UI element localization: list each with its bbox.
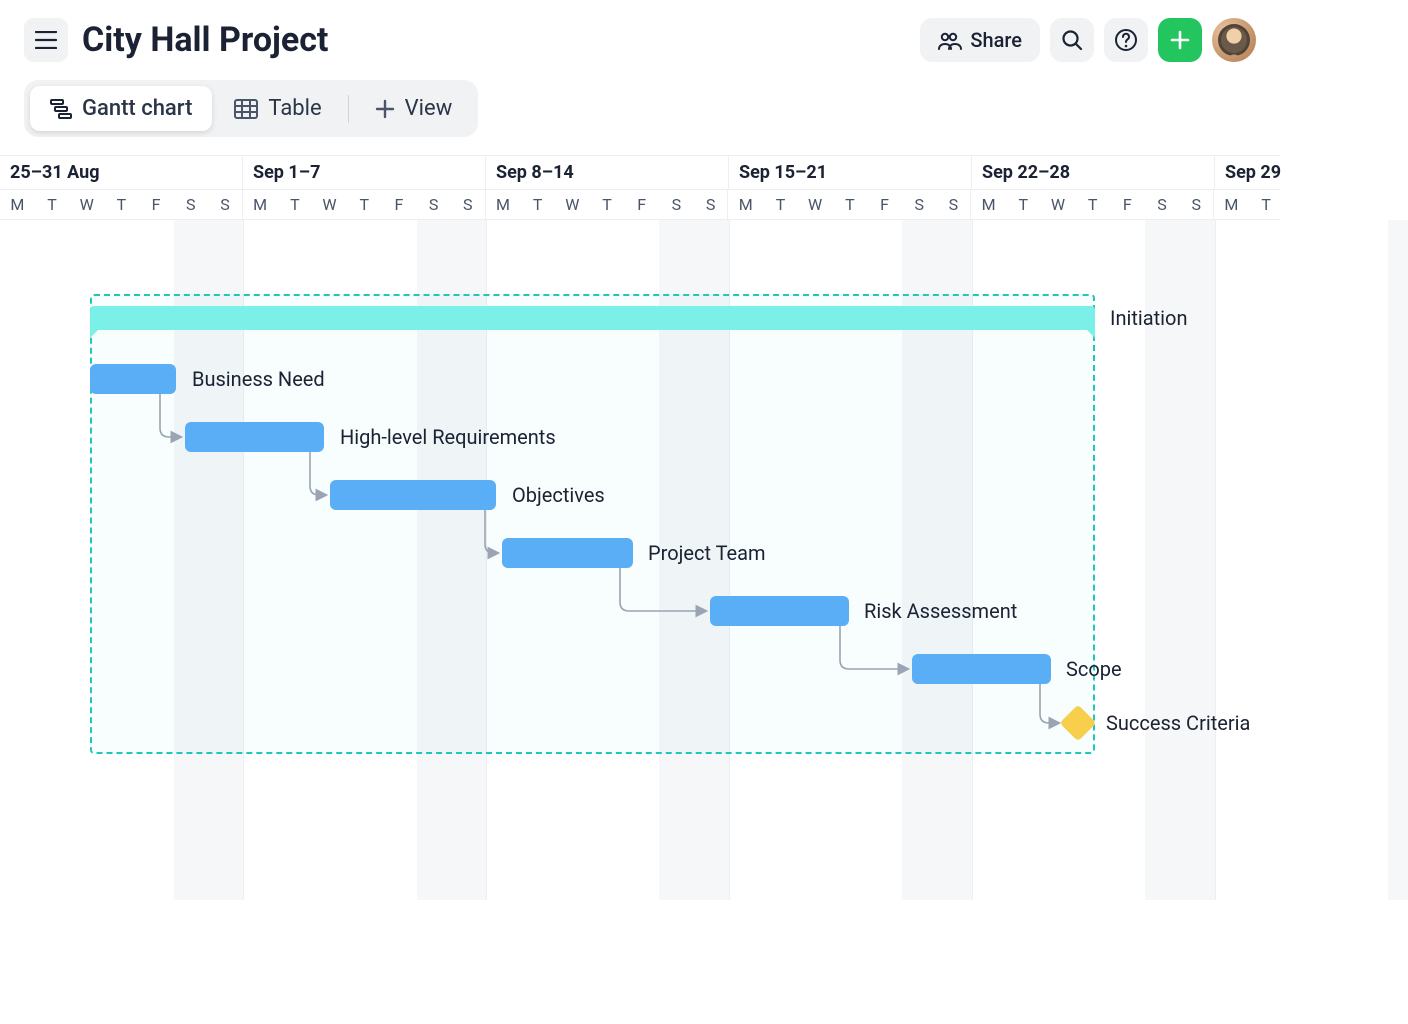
day-cell: M — [971, 190, 1006, 219]
day-cell: W — [1041, 190, 1076, 219]
gantt-chart-area[interactable]: Initiation Business Need High-level Requ… — [0, 220, 1280, 900]
day-cell: S — [659, 190, 694, 219]
task-label: Business Need — [192, 364, 325, 394]
tab-gantt[interactable]: Gantt chart — [30, 86, 212, 131]
task-label: Objectives — [512, 480, 605, 510]
page-title: City Hall Project — [82, 20, 906, 60]
group-bar-initiation[interactable] — [90, 306, 1095, 330]
week-cell: Sep 8–14 — [486, 156, 729, 189]
task-label: Success Criteria — [1106, 708, 1250, 738]
day-cell: S — [416, 190, 451, 219]
day-cell: F — [1110, 190, 1145, 219]
task-bar[interactable] — [710, 596, 849, 626]
day-cell: W — [69, 190, 104, 219]
day-cell: F — [624, 190, 659, 219]
plus-icon — [375, 99, 395, 119]
app-header: City Hall Project Share — [0, 0, 1280, 74]
day-cell: S — [173, 190, 208, 219]
day-cell: T — [763, 190, 798, 219]
day-cell: T — [278, 190, 313, 219]
day-cell: M — [243, 190, 278, 219]
day-cell: W — [312, 190, 347, 219]
day-cell: T — [347, 190, 382, 219]
week-header-row: 25–31 Aug Sep 1–7 Sep 8–14 Sep 15–21 Sep… — [0, 156, 1280, 190]
week-cell: Sep 15–21 — [729, 156, 972, 189]
week-cell: Sep 29 — [1215, 156, 1295, 189]
week-cell: Sep 22–28 — [972, 156, 1215, 189]
day-cell: T — [1075, 190, 1110, 219]
tab-gantt-label: Gantt chart — [82, 96, 192, 121]
group-box-initiation — [90, 294, 1095, 754]
search-button[interactable] — [1050, 18, 1094, 62]
view-tabs: Gantt chart Table View — [0, 74, 1280, 155]
day-cell: M — [0, 190, 35, 219]
task-label: Scope — [1066, 654, 1122, 684]
avatar[interactable] — [1212, 18, 1256, 62]
task-label: High-level Requirements — [340, 422, 556, 452]
share-button[interactable]: Share — [920, 18, 1040, 62]
day-cell: S — [1145, 190, 1180, 219]
task-bar[interactable] — [185, 422, 324, 452]
day-cell: T — [1249, 190, 1284, 219]
day-cell: T — [590, 190, 625, 219]
share-label: Share — [970, 28, 1022, 52]
share-icon — [938, 30, 962, 50]
day-cell: M — [486, 190, 521, 219]
plus-icon — [1169, 29, 1191, 51]
day-cell: T — [35, 190, 70, 219]
day-cell: M — [1214, 190, 1249, 219]
group-label-initiation: Initiation — [1110, 306, 1188, 330]
day-cell: W — [555, 190, 590, 219]
day-cell: T — [833, 190, 868, 219]
add-button[interactable] — [1158, 18, 1202, 62]
day-cell: F — [867, 190, 902, 219]
task-label: Project Team — [648, 538, 766, 568]
tab-table[interactable]: Table — [214, 86, 341, 131]
day-cell: W — [798, 190, 833, 219]
task-bar[interactable] — [502, 538, 633, 568]
gantt-icon — [50, 99, 72, 119]
timeline: 25–31 Aug Sep 1–7 Sep 8–14 Sep 15–21 Sep… — [0, 155, 1280, 900]
header-actions: Share — [920, 18, 1256, 62]
table-icon — [234, 99, 258, 119]
week-cell: Sep 1–7 — [243, 156, 486, 189]
day-cell: S — [937, 190, 972, 219]
day-cell: F — [382, 190, 417, 219]
day-cell: S — [451, 190, 486, 219]
day-cell: S — [694, 190, 729, 219]
day-cell: T — [104, 190, 139, 219]
search-icon — [1061, 29, 1083, 51]
tab-add-view[interactable]: View — [355, 86, 473, 131]
day-header-row: MTWTFSSMTWTFSSMTWTFSSMTWTFSSMTWTFSSMT — [0, 190, 1280, 220]
task-bar[interactable] — [330, 480, 496, 510]
help-button[interactable] — [1104, 18, 1148, 62]
day-cell: M — [728, 190, 763, 219]
task-label: Risk Assessment — [864, 596, 1017, 626]
tabs-container: Gantt chart Table View — [24, 80, 478, 137]
task-bar[interactable] — [90, 364, 176, 394]
task-bar[interactable] — [912, 654, 1051, 684]
menu-icon — [35, 31, 57, 49]
help-icon — [1114, 28, 1138, 52]
day-cell: S — [1179, 190, 1214, 219]
week-cell: 25–31 Aug — [0, 156, 243, 189]
day-cell: T — [520, 190, 555, 219]
tab-table-label: Table — [268, 96, 321, 121]
day-cell: S — [902, 190, 937, 219]
tab-divider — [348, 95, 349, 123]
menu-button[interactable] — [24, 18, 68, 62]
day-cell: T — [1006, 190, 1041, 219]
day-cell: S — [208, 190, 243, 219]
tab-add-view-label: View — [405, 96, 453, 121]
day-cell: F — [139, 190, 174, 219]
